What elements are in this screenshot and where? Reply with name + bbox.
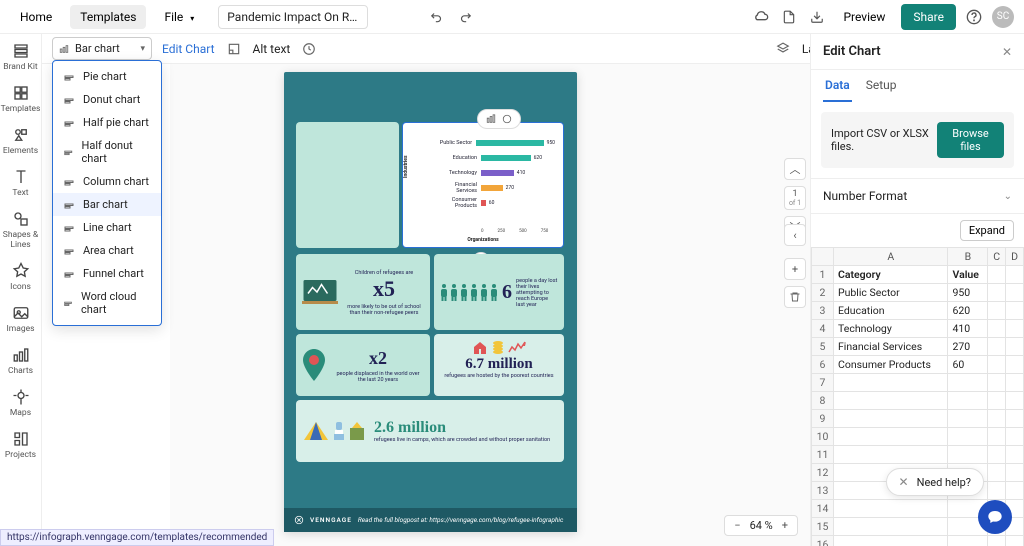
card-caption: more likely to be out of school than the… [344, 304, 424, 316]
chart-bar: Financial Services270 [433, 182, 555, 194]
sidebar-item-images[interactable]: Images [0, 304, 41, 334]
card-stat: 2.6 million [374, 419, 558, 437]
dropdown-item[interactable]: Half donut chart [53, 134, 161, 170]
chart-ylabel: Industries [403, 155, 409, 178]
chalkboard-icon [302, 278, 338, 306]
poster-card[interactable]: 2.6 millionrefugees live in camps, which… [296, 400, 564, 462]
share-button[interactable]: Share [901, 4, 956, 30]
icons-row [440, 340, 558, 354]
download-icon[interactable] [807, 7, 827, 27]
tab-data[interactable]: Data [823, 70, 852, 102]
cloud-sync-icon[interactable] [751, 7, 771, 27]
dropdown-item[interactable]: Pie chart [53, 65, 161, 88]
sidebar-item-templates[interactable]: Templates [0, 84, 41, 114]
chart-xlabel: Organizations [467, 237, 498, 243]
home-button[interactable]: Home [10, 5, 62, 29]
page-indicator: 1of 1 [784, 186, 806, 210]
chat-bubble-icon[interactable] [978, 500, 1012, 534]
card-caption: people displaced in the world over the l… [332, 371, 424, 383]
sidebar-item-maps[interactable]: Maps [0, 388, 41, 418]
card-stat: 6.7 million [440, 356, 558, 373]
import-label: Import CSV or XLSX files. [831, 127, 937, 153]
collapse-panel-icon[interactable]: ‹ [784, 224, 806, 246]
zoom-in-button[interactable]: + [779, 519, 791, 532]
left-sidebar: Brand Kit Templates Elements Text Shapes & L… [0, 34, 42, 546]
top-toolbar: Home Templates File ▾ Pandemic Impact On… [0, 0, 1024, 34]
infographic-poster[interactable]: Industries Public Sector950 Education620 T… [284, 72, 577, 532]
chart-type-select[interactable]: Bar chart▾ [52, 37, 152, 60]
document-icon[interactable] [779, 7, 799, 27]
chevron-down-icon: ⌄ [1004, 191, 1012, 202]
avatar[interactable]: SC [992, 6, 1014, 28]
undo-icon[interactable] [427, 7, 447, 27]
preview-button[interactable]: Preview [835, 4, 893, 30]
poster-card[interactable]: 6.7 million refugees are hosted by the p… [434, 334, 564, 396]
tab-setup[interactable]: Setup [864, 70, 899, 102]
dropdown-item[interactable]: Funnel chart [53, 262, 161, 285]
templates-button[interactable]: Templates [70, 5, 146, 29]
dropdown-item[interactable]: Line chart [53, 216, 161, 239]
close-icon[interactable]: ✕ [1002, 45, 1012, 59]
chart-bar: Consumer Products60 [433, 197, 555, 209]
redo-icon[interactable] [455, 7, 475, 27]
canvas[interactable]: Industries Public Sector950 Education620 T… [170, 64, 810, 546]
delete-page-icon[interactable] [784, 286, 806, 308]
dropdown-item[interactable]: Bar chart [53, 193, 161, 216]
poster-card[interactable]: x2 people displaced in the world over the… [296, 334, 430, 396]
dropdown-item[interactable]: Word cloud chart [53, 285, 161, 321]
sidebar-item-icons[interactable]: Icons [0, 262, 41, 292]
dropdown-item[interactable]: Half pie chart [53, 111, 161, 134]
card-caption: refugees are hosted by the poorest count… [440, 373, 558, 379]
poster-card[interactable]: Children of refugees arex5more likely to… [296, 254, 430, 330]
layers-icon[interactable] [774, 40, 792, 58]
edit-chart-link[interactable]: Edit Chart [162, 42, 215, 56]
panel-title: Edit Chart [823, 44, 881, 59]
card-caption: refugees live in camps, which are crowde… [374, 437, 558, 443]
zoom-out-button[interactable]: − [731, 519, 743, 532]
help-icon[interactable] [964, 7, 984, 27]
resize-icon[interactable] [225, 40, 243, 58]
ai-assist-icon[interactable] [300, 40, 318, 58]
number-format-section[interactable]: Number Format ⌄ [811, 178, 1024, 214]
add-page-icon[interactable]: + [784, 258, 806, 280]
status-bar-url: https://infograph.venngage.com/templates… [0, 529, 274, 546]
map-pin-icon [302, 349, 326, 381]
chart-type-dropdown: Pie chartDonut chartHalf pie chartHalf d… [52, 60, 162, 326]
sidebar-item-shapes-lines[interactable]: Shapes & Lines [0, 210, 41, 250]
sidebar-item-charts[interactable]: Charts [0, 346, 41, 376]
zoom-control: − 64 % + [724, 515, 798, 536]
page-up-icon[interactable]: ︿ [784, 158, 806, 180]
sidebar-item-elements[interactable]: Elements [0, 126, 41, 156]
poster-footer: VENNGAGE Read the full blogpost at: http… [284, 508, 577, 532]
card-stat: x5 [344, 276, 424, 302]
card-stat: x2 [332, 348, 424, 369]
browse-files-button[interactable]: Browse files [937, 122, 1004, 158]
dropdown-item[interactable]: Donut chart [53, 88, 161, 111]
card-stat: 6 [502, 281, 512, 304]
document-title-input[interactable]: Pandemic Impact On Refugee Sta... [218, 5, 368, 29]
chart-bar: Technology410 [433, 167, 555, 179]
alt-text-button[interactable]: Alt text [253, 42, 291, 56]
zoom-level: 64 % [750, 519, 773, 532]
sidebar-item-text[interactable]: Text [0, 168, 41, 198]
poster-card[interactable] [296, 122, 399, 248]
people-icon [440, 283, 498, 301]
chart-bar: Public Sector950 [433, 137, 555, 149]
file-menu[interactable]: File ▾ [154, 5, 204, 29]
dropdown-item[interactable]: Column chart [53, 170, 161, 193]
help-chip[interactable]: ✕ Need help? [886, 468, 984, 496]
sidebar-item-projects[interactable]: Projects [0, 430, 41, 460]
camp-icon [302, 420, 366, 442]
chart-bar: Education620 [433, 152, 555, 164]
dropdown-item[interactable]: Area chart [53, 239, 161, 262]
sidebar-item-brand-kit[interactable]: Brand Kit [0, 42, 41, 72]
close-icon[interactable]: ✕ [899, 475, 909, 489]
selected-chart[interactable]: Industries Public Sector950 Education620 T… [402, 122, 564, 248]
expand-button[interactable]: Expand [960, 220, 1014, 241]
poster-card[interactable]: 6people a day lost their lives attemptin… [434, 254, 564, 330]
card-caption: people a day lost their lives attempting… [516, 278, 558, 308]
